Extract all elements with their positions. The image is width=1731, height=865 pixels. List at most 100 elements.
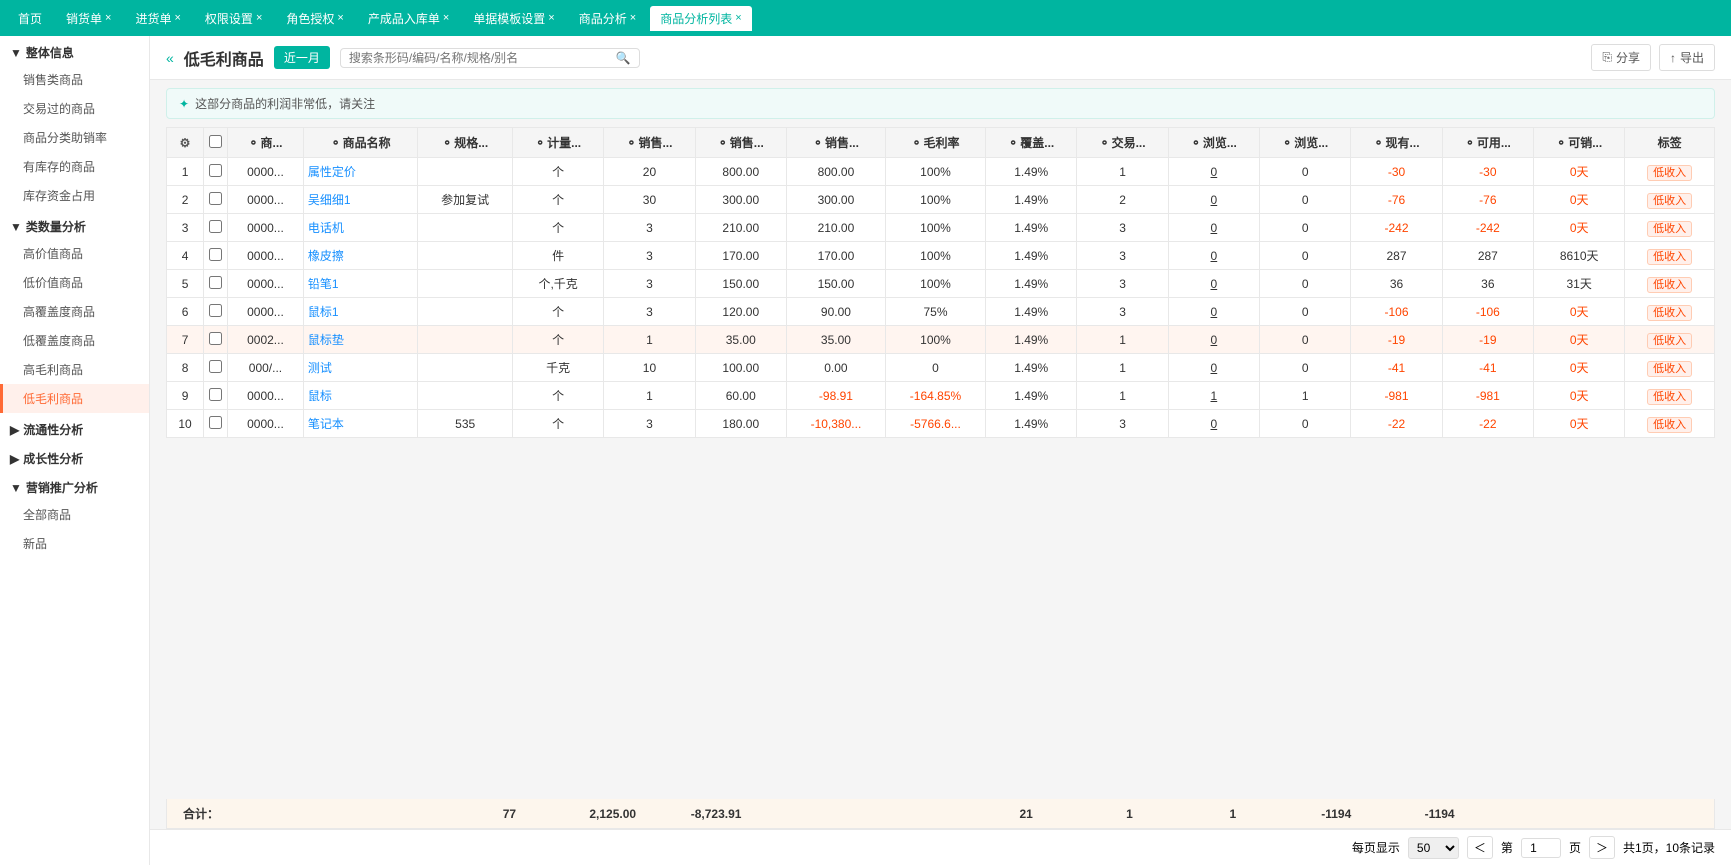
sidebar-section-growth[interactable]: ▶ 成长性分析 (0, 442, 149, 471)
sidebar-item-high-value[interactable]: 高价值商品 (0, 239, 149, 268)
nav-roles[interactable]: 角色授权 × (276, 6, 353, 31)
sidebar-section-circulation[interactable]: ▶ 流通性分析 (0, 413, 149, 442)
row-name[interactable]: 鼠标 (303, 382, 418, 410)
row-checkbox-cell[interactable] (204, 158, 228, 186)
sidebar-collapse-button[interactable]: « (166, 50, 174, 66)
sidebar-item-sales-products[interactable]: 销售类商品 (0, 65, 149, 94)
row-checkbox-cell[interactable] (204, 354, 228, 382)
row-checkbox[interactable] (209, 164, 222, 177)
row-name[interactable]: 笔记本 (303, 410, 418, 438)
filter-button[interactable]: 近一月 (274, 46, 330, 69)
row-name[interactable]: 橡皮擦 (303, 242, 418, 270)
nav-product-analysis[interactable]: 商品分析 × (569, 6, 646, 31)
nav-template-close[interactable]: × (548, 12, 554, 24)
page-number-input[interactable] (1521, 838, 1561, 858)
next-page-button[interactable]: ＞ (1589, 836, 1615, 859)
sidebar-item-inventory-capital[interactable]: 库存资金占用 (0, 181, 149, 210)
col-settings[interactable]: ⚙ (167, 128, 204, 158)
sidebar-item-category-sales-rate[interactable]: 商品分类助销率 (0, 123, 149, 152)
nav-product-analysis-list[interactable]: 商品分析列表 × (650, 6, 751, 31)
table-container[interactable]: ⚙ ⚬商... ⚬商品名称 ⚬规格... ⚬计量... ⚬销售... ⚬销售..… (166, 127, 1715, 799)
row-views1[interactable]: 0 (1168, 298, 1259, 326)
share-button[interactable]: ⎘ 分享 (1591, 44, 1651, 71)
row-checkbox-cell[interactable] (204, 186, 228, 214)
footer-empty-margin (768, 807, 871, 821)
row-checkbox-cell[interactable] (204, 410, 228, 438)
row-name[interactable]: 鼠标垫 (303, 326, 418, 354)
nav-purchase-close[interactable]: × (174, 12, 180, 24)
row-checkbox[interactable] (209, 416, 222, 429)
sidebar-item-traded-products[interactable]: 交易过的商品 (0, 94, 149, 123)
row-code: 0000... (228, 382, 304, 410)
footer-empty-tag (1595, 807, 1698, 821)
row-checkbox-cell[interactable] (204, 382, 228, 410)
sidebar-item-low-coverage[interactable]: 低覆盖度商品 (0, 326, 149, 355)
sidebar-section-overview[interactable]: ▼ 整体信息 (0, 36, 149, 65)
row-name[interactable]: 电话机 (303, 214, 418, 242)
row-views1[interactable]: 0 (1168, 326, 1259, 354)
nav-template[interactable]: 单据模板设置 × (463, 6, 564, 31)
sidebar-section-quantity[interactable]: ▼ 类数量分析 (0, 210, 149, 239)
row-views1[interactable]: 0 (1168, 270, 1259, 298)
search-input[interactable] (349, 51, 616, 65)
sidebar-item-all-products[interactable]: 全部商品 (0, 500, 149, 529)
sidebar-item-in-stock[interactable]: 有库存的商品 (0, 152, 149, 181)
nav-home[interactable]: 首页 (8, 6, 52, 31)
nav-sales-close[interactable]: × (105, 12, 111, 24)
row-checkbox[interactable] (209, 304, 222, 317)
sidebar-item-high-coverage[interactable]: 高覆盖度商品 (0, 297, 149, 326)
row-checkbox-cell[interactable] (204, 242, 228, 270)
col-sales-qty: ⚬销售... (604, 128, 695, 158)
row-checkbox[interactable] (209, 360, 222, 373)
nav-product-close[interactable]: × (443, 12, 449, 24)
prev-page-button[interactable]: ＜ (1467, 836, 1493, 859)
row-checkbox[interactable] (209, 332, 222, 345)
sidebar-item-low-value[interactable]: 低价值商品 (0, 268, 149, 297)
row-checkbox[interactable] (209, 248, 222, 261)
row-name[interactable]: 鼠标1 (303, 298, 418, 326)
row-checkbox-cell[interactable] (204, 298, 228, 326)
row-name[interactable]: 测试 (303, 354, 418, 382)
row-checkbox[interactable] (209, 388, 222, 401)
row-checkbox[interactable] (209, 276, 222, 289)
select-all-checkbox[interactable] (209, 135, 222, 148)
sidebar-item-high-margin[interactable]: 高毛利商品 (0, 355, 149, 384)
row-checkbox[interactable] (209, 220, 222, 233)
sidebar-section-marketing[interactable]: ▼ 营销推广分析 (0, 471, 149, 500)
sidebar-item-low-margin[interactable]: 低毛利商品 (0, 384, 149, 413)
row-checkbox-cell[interactable] (204, 270, 228, 298)
row-code: 0000... (228, 410, 304, 438)
col-sales-amount: ⚬销售... (786, 128, 885, 158)
nav-permissions[interactable]: 权限设置 × (195, 6, 272, 31)
export-button[interactable]: ↑ 导出 (1659, 44, 1715, 71)
per-page-select[interactable]: 50 100 200 (1408, 837, 1459, 859)
nav-analysis-list-close[interactable]: × (735, 12, 741, 24)
row-views1[interactable]: 0 (1168, 158, 1259, 186)
row-transactions: 3 (1077, 214, 1168, 242)
row-views1[interactable]: 0 (1168, 354, 1259, 382)
row-checkbox-cell[interactable] (204, 326, 228, 354)
nav-sales[interactable]: 销货单 × (56, 6, 121, 31)
footer-available-stock: -1194 (1388, 807, 1491, 821)
row-views1[interactable]: 0 (1168, 242, 1259, 270)
sidebar-item-new-products[interactable]: 新品 (0, 529, 149, 558)
row-name[interactable]: 吴细细1 (303, 186, 418, 214)
row-views1[interactable]: 0 (1168, 410, 1259, 438)
row-available-stock: -242 (1442, 214, 1533, 242)
row-views1[interactable]: 1 (1168, 382, 1259, 410)
nav-permissions-close[interactable]: × (256, 12, 262, 24)
row-checkbox-cell[interactable] (204, 214, 228, 242)
nav-analysis-close[interactable]: × (630, 12, 636, 24)
search-icon[interactable]: 🔍 (616, 51, 631, 65)
row-views1[interactable]: 0 (1168, 186, 1259, 214)
col-checkbox[interactable] (204, 128, 228, 158)
row-views1[interactable]: 0 (1168, 214, 1259, 242)
row-checkbox[interactable] (209, 192, 222, 205)
row-name[interactable]: 铅笔1 (303, 270, 418, 298)
footer-empty1 (251, 807, 303, 821)
chevron-down-icon-2: ▼ (10, 220, 22, 234)
nav-product-entry[interactable]: 产成品入库单 × (358, 6, 459, 31)
nav-purchase[interactable]: 进货单 × (125, 6, 190, 31)
nav-roles-close[interactable]: × (337, 12, 343, 24)
row-name[interactable]: 属性定价 (303, 158, 418, 186)
